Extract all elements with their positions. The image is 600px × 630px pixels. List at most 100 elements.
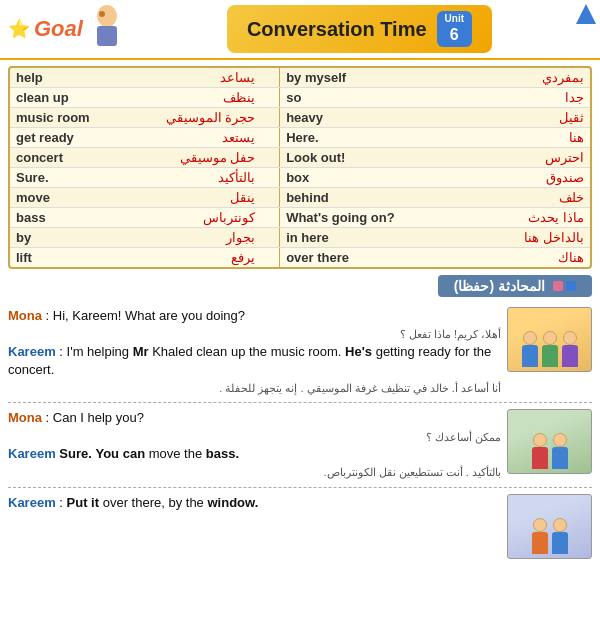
- vocab-ar-left: بجوار: [128, 228, 261, 248]
- conv-text-area: Mona : Hi, Kareem! What are you doing? أه…: [8, 307, 501, 396]
- vocab-ar-left: يستعد: [128, 128, 261, 148]
- conv-arabic-text: أنا أساعد أ. خالد في تنظيف غرفة الموسيقي…: [8, 381, 501, 396]
- dot-blue-icon: [566, 281, 576, 291]
- vocab-ar-right: بالداخل هنا: [457, 228, 590, 248]
- vocab-en-right: so: [280, 88, 457, 108]
- table-row: move ينقل behind خلف: [10, 188, 590, 208]
- vocab-divider: [261, 128, 279, 148]
- table-row: lift يرفع over there هناك: [10, 248, 590, 268]
- vocab-ar-left: حجرة الموسيقي: [128, 108, 261, 128]
- vocab-en-right: What's going on?: [280, 208, 457, 228]
- dot-pink-icon: [553, 281, 563, 291]
- conversation-header: المحادثة (حفظا): [8, 275, 592, 297]
- vocab-en-left: help: [10, 68, 128, 88]
- conversation-block: Kareem : Put it over there, by the windo…: [8, 488, 592, 565]
- conv-title-area: Conversation Time Unit 6: [127, 5, 592, 52]
- colon: :: [59, 495, 66, 510]
- svg-point-2: [99, 11, 105, 17]
- person-head-icon: [553, 518, 567, 532]
- conv-line: Kareem : I'm helping Mr Khaled clean up …: [8, 343, 501, 379]
- person-figure: [562, 331, 578, 367]
- conv-text: Hi, Kareem! What are you doing?: [53, 308, 245, 323]
- colon: :: [46, 410, 53, 425]
- table-row: clean up ينظف so جدا: [10, 88, 590, 108]
- conv-text-area: Mona : Can I help you?ممكن أساعدك ؟ Kare…: [8, 409, 501, 480]
- conv-arabic-text: أهلا، كريم! ماذا تفعل ؟: [8, 327, 501, 342]
- vocab-divider: [261, 208, 279, 228]
- vocab-en-right: heavy: [280, 108, 457, 128]
- colon: :: [46, 308, 53, 323]
- vocab-en-left: bass: [10, 208, 128, 228]
- person-head-icon: [543, 331, 557, 345]
- figure-group: [528, 410, 572, 473]
- logo-text: Goal: [34, 16, 83, 42]
- conv-arabic-text: بالتأكيد . أنت تستطيعين نقل الكونترباص.: [8, 465, 501, 480]
- vocab-en-left: clean up: [10, 88, 128, 108]
- speaker-name: Mona: [8, 410, 42, 425]
- figure-group: [528, 495, 572, 558]
- vocab-ar-left: يرفع: [128, 248, 261, 268]
- person-figure: [552, 518, 568, 554]
- table-row: by بجوار in here بالداخل هنا: [10, 228, 590, 248]
- table-row: music room حجرة الموسيقي heavy ثقيل: [10, 108, 590, 128]
- person-body-icon: [542, 345, 558, 367]
- vocab-ar-left: بالتأكيد: [128, 168, 261, 188]
- figure-group: [518, 308, 582, 371]
- conv-line: Mona : Can I help you?: [8, 409, 501, 427]
- svg-marker-3: [576, 4, 596, 24]
- vocab-ar-left: ينظف: [128, 88, 261, 108]
- table-row: get ready يستعد Here. هنا: [10, 128, 590, 148]
- vocab-ar-left: حفل موسيقي: [128, 148, 261, 168]
- vocab-divider: [261, 248, 279, 268]
- vocabulary-table: help يساعد by myself بمفردي clean up ينظ…: [10, 68, 590, 267]
- conv-text: Put it over there, by the window.: [67, 495, 259, 510]
- person-head-icon: [523, 331, 537, 345]
- svg-rect-1: [97, 26, 117, 46]
- speaker-name: Mona: [8, 308, 42, 323]
- vocab-en-left: Sure.: [10, 168, 128, 188]
- vocab-ar-right: جدا: [457, 88, 590, 108]
- person-body-icon: [552, 532, 568, 554]
- unit-number: 6: [450, 25, 459, 44]
- triangle-decoration-icon: [576, 4, 596, 24]
- conv-text: I'm helping Mr Khaled clean up the music…: [8, 344, 491, 377]
- page-header: ⭐ Goal Conversation Time Unit 6: [0, 0, 600, 60]
- person-body-icon: [562, 345, 578, 367]
- person-figure: [532, 518, 548, 554]
- vocab-en-right: in here: [280, 228, 457, 248]
- vocab-en-right: box: [280, 168, 457, 188]
- speaker-name: Kareem: [8, 344, 56, 359]
- conv-line: Mona : Hi, Kareem! What are you doing?: [8, 307, 501, 325]
- vocab-ar-right: صندوق: [457, 168, 590, 188]
- vocab-divider: [261, 108, 279, 128]
- conversation-header-box: المحادثة (حفظا): [438, 275, 592, 297]
- conv-title-text: Conversation Time: [247, 18, 427, 41]
- vocab-en-right: over there: [280, 248, 457, 268]
- person-figure: [552, 433, 568, 469]
- speaker-name: Kareem: [8, 495, 56, 510]
- table-row: concert حفل موسيقي Look out! احترس: [10, 148, 590, 168]
- person-body-icon: [522, 345, 538, 367]
- vocab-divider: [261, 168, 279, 188]
- conversation-illustration: [507, 307, 592, 372]
- colon: :: [59, 344, 66, 359]
- logo-area: ⭐ Goal: [8, 4, 127, 54]
- person-head-icon: [553, 433, 567, 447]
- vocab-ar-right: ماذا يحدث: [457, 208, 590, 228]
- conversation-block: Mona : Hi, Kareem! What are you doing? أه…: [8, 301, 592, 403]
- conv-text: Can I help you?: [53, 410, 144, 425]
- vocab-ar-right: بمفردي: [457, 68, 590, 88]
- speaker-name: Kareem: [8, 446, 56, 461]
- vocabulary-section: help يساعد by myself بمفردي clean up ينظ…: [8, 66, 592, 269]
- conversation-block: Mona : Can I help you?ممكن أساعدك ؟ Kare…: [8, 403, 592, 487]
- vocab-divider: [261, 228, 279, 248]
- vocab-divider: [261, 188, 279, 208]
- vocab-en-right: Look out!: [280, 148, 457, 168]
- conversation-illustration: [507, 409, 592, 474]
- conv-title-banner: Conversation Time Unit 6: [227, 5, 492, 52]
- vocab-ar-right: هنا: [457, 128, 590, 148]
- person-figure: [542, 331, 558, 367]
- person-head-icon: [533, 433, 547, 447]
- person-body-icon: [552, 447, 568, 469]
- person-figure: [532, 433, 548, 469]
